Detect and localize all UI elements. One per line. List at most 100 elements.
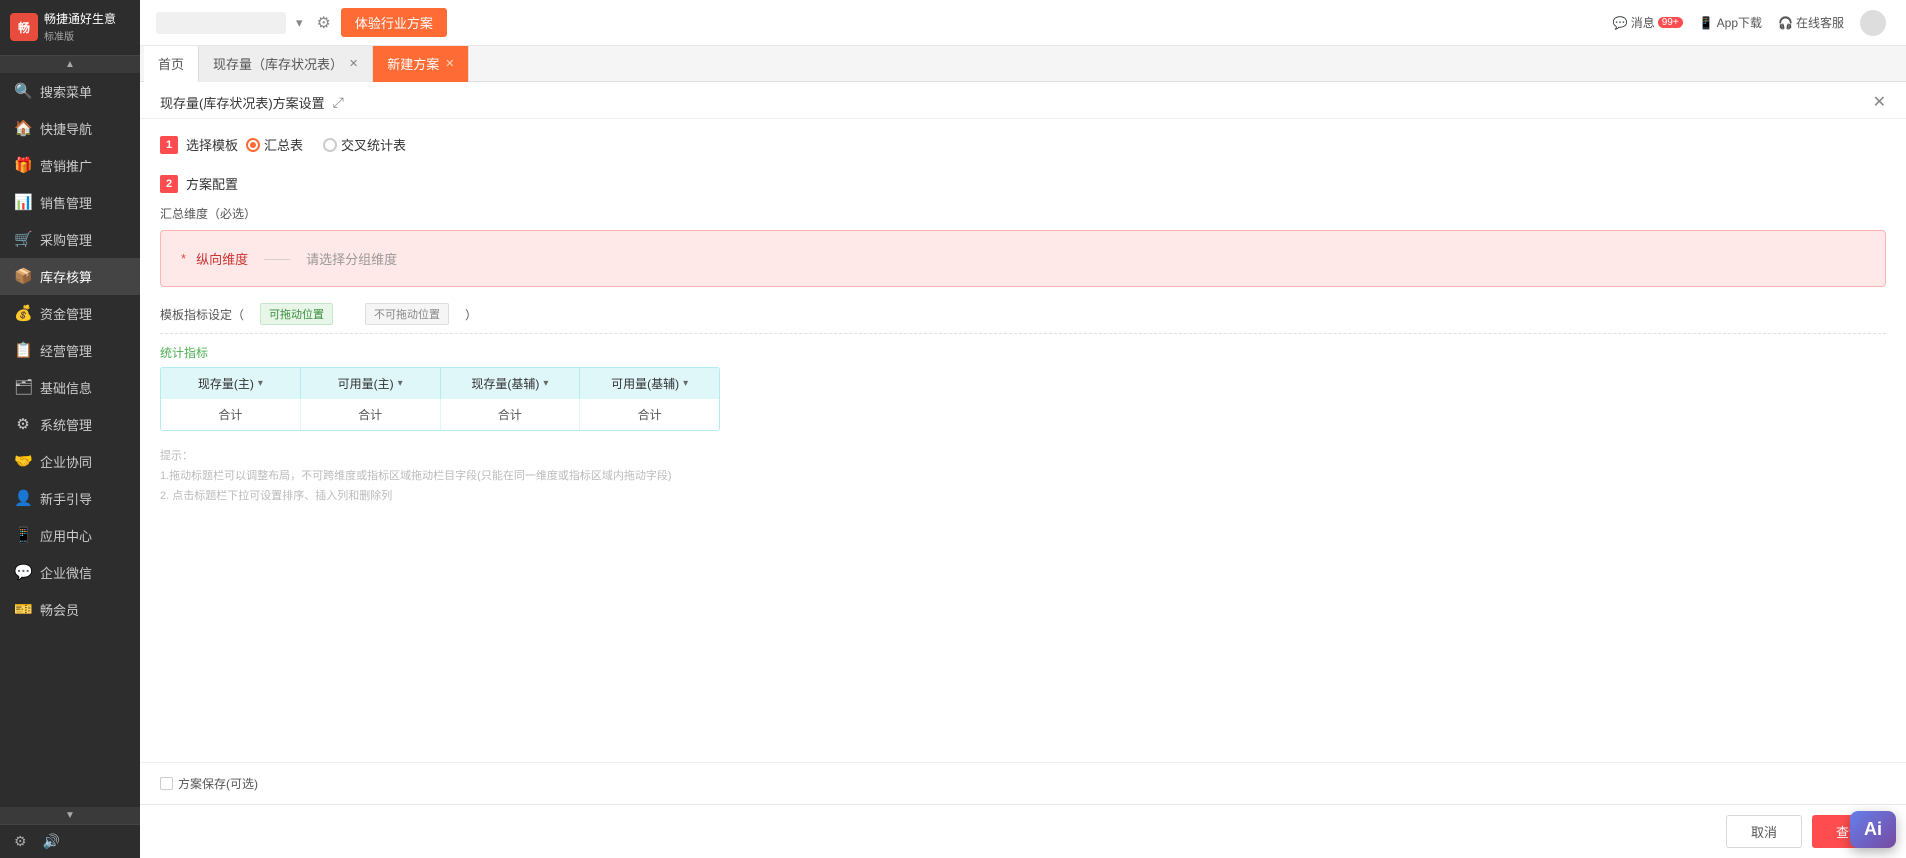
dimension-required-star: * [181, 251, 186, 266]
topbar-dropdown-icon[interactable]: ▾ [296, 15, 303, 31]
panel-close-icon[interactable]: ✕ [1873, 92, 1886, 112]
industry-btn[interactable]: 体验行业方案 [341, 8, 447, 37]
sidebar-item-enterprise[interactable]: 🤝 企业协同 [0, 443, 140, 480]
topbar: ▾ ⚙ 体验行业方案 💬 消息 99+ 📱 App下载 🎧 在线客服 [140, 0, 1906, 46]
sidebar-item-guide[interactable]: 👤 新手引导 [0, 480, 140, 517]
topbar-search-input[interactable] [156, 12, 286, 34]
volume-icon[interactable]: 🔊 [43, 833, 60, 850]
stats-cell-1: 合计 [301, 399, 441, 430]
sidebar-bottom: ⚙ 🔊 [0, 824, 140, 858]
section1-header: 1 选择模板 汇总表 交叉统计表 [160, 135, 1886, 154]
sidebar-item-wechat[interactable]: 💬 企业微信 [0, 554, 140, 591]
section1-number: 1 [160, 136, 178, 154]
sidebar-scroll-up[interactable]: ▲ [0, 56, 140, 73]
main-area: ▾ ⚙ 体验行业方案 💬 消息 99+ 📱 App下载 🎧 在线客服 [140, 0, 1906, 858]
sidebar-item-label: 资金管理 [40, 304, 92, 323]
stats-col-available-aux[interactable]: 可用量(基辅) ▾ [580, 368, 719, 399]
sidebar-item-marketing[interactable]: 🎁 营销推广 [0, 147, 140, 184]
save-checkbox[interactable]: 方案保存(可选) [160, 775, 258, 792]
sidebar-item-finance[interactable]: 💰 资金管理 [0, 295, 140, 332]
service-label: 在线客服 [1796, 14, 1844, 31]
tips-title: 提示： [160, 450, 193, 462]
topbar-online-service[interactable]: 🎧 在线客服 [1778, 14, 1844, 31]
tip-item-1: 1.拖动标题栏可以调整布局，不可跨维度或指标区域拖动栏目字段(只能在同一维度或指… [160, 467, 1886, 487]
chevron-down-icon-0[interactable]: ▾ [258, 378, 263, 389]
panel-expand-icon[interactable]: ⤢ [333, 94, 344, 111]
settings-icon[interactable]: ⚙ [14, 833, 27, 850]
stats-cell-3: 合计 [580, 399, 719, 430]
tab-new-plan-close-icon[interactable]: ✕ [445, 57, 454, 70]
sidebar-item-label: 经营管理 [40, 341, 92, 360]
sidebar-item-member[interactable]: 🎫 畅会员 [0, 591, 140, 628]
sidebar-nav: 🔍 搜索菜单 🏠 快捷导航 🎁 营销推广 📊 销售管理 🛒 采购管理 📦 库存核… [0, 73, 140, 807]
stats-col-current-main[interactable]: 现存量(主) ▾ [161, 368, 301, 399]
dimension-label: 汇总维度（必选） [160, 205, 1886, 222]
phone-icon: 📱 [1699, 16, 1714, 30]
sidebar-item-search[interactable]: 🔍 搜索菜单 [0, 73, 140, 110]
section-plan-config: 2 方案配置 汇总维度（必选） * 纵向维度 —— 请选择分组维度 模板指标设定… [160, 174, 1886, 506]
handshake-icon: 🤝 [14, 452, 32, 470]
sidebar-scroll-down[interactable]: ▼ [0, 807, 140, 824]
indicator-settings-label: 模板指标设定（ [160, 306, 244, 323]
radio-summary-label: 汇总表 [264, 135, 303, 154]
cancel-button[interactable]: 取消 [1726, 815, 1802, 848]
sidebar-item-label: 销售管理 [40, 193, 92, 212]
search-icon: 🔍 [14, 82, 32, 100]
sidebar-item-inventory[interactable]: 📦 库存核算 [0, 258, 140, 295]
sidebar-item-operations[interactable]: 📋 经营管理 [0, 332, 140, 369]
radio-summary-table[interactable]: 汇总表 [246, 135, 303, 154]
fixed-tag: 不可拖动位置 [365, 303, 449, 325]
dimension-box[interactable]: * 纵向维度 —— 请选择分组维度 [160, 230, 1886, 287]
radio-summary-circle [246, 138, 260, 152]
gift-icon: 🎁 [14, 156, 32, 174]
sidebar-item-quick-nav[interactable]: 🏠 快捷导航 [0, 110, 140, 147]
tip-item-2: 2. 点击标题栏下拉可设置排序、插入列和删除列 [160, 487, 1886, 507]
headset-icon: 🎧 [1778, 16, 1793, 30]
sidebar-item-sales[interactable]: 📊 销售管理 [0, 184, 140, 221]
topbar-messages[interactable]: 💬 消息 99+ [1613, 14, 1683, 31]
sidebar-item-apps[interactable]: 📱 应用中心 [0, 517, 140, 554]
mobile-icon: 📱 [14, 526, 32, 544]
dimension-dashes: —— [264, 251, 290, 266]
app-logo-icon: 畅 [10, 13, 38, 41]
tab-inventory-status[interactable]: 现存量（库存状况表） ✕ [199, 46, 373, 82]
sidebar-item-basic-info[interactable]: 🗂 基础信息 [0, 369, 140, 406]
radio-crosstab[interactable]: 交叉统计表 [323, 135, 406, 154]
tab-home[interactable]: 首页 [144, 46, 199, 82]
chevron-down-icon-2[interactable]: ▾ [543, 378, 548, 389]
sidebar-item-label: 库存核算 [40, 267, 92, 286]
chevron-down-icon-1[interactable]: ▾ [398, 378, 403, 389]
ai-float-button[interactable]: Ai [1850, 811, 1896, 848]
tab-new-plan[interactable]: 新建方案 ✕ [373, 46, 469, 82]
stats-col-current-aux[interactable]: 现存量(基辅) ▾ [441, 368, 581, 399]
sidebar-item-label: 采购管理 [40, 230, 92, 249]
section-choose-template: 1 选择模板 汇总表 交叉统计表 [160, 135, 1886, 154]
stats-col-available-aux-label: 可用量(基辅) [611, 375, 679, 392]
stats-col-available-main[interactable]: 可用量(主) ▾ [301, 368, 441, 399]
topbar-right: 💬 消息 99+ 📱 App下载 🎧 在线客服 [1613, 10, 1890, 36]
box-icon: 📦 [14, 267, 32, 285]
home-icon: 🏠 [14, 119, 32, 137]
footer-bar: 取消 查询 [140, 804, 1906, 858]
tips-section: 提示： 1.拖动标题栏可以调整布局，不可跨维度或指标区域拖动栏目字段(只能在同一… [160, 447, 1886, 506]
tabbar: 首页 现存量（库存状况表） ✕ 新建方案 ✕ [140, 46, 1906, 82]
topbar-user[interactable] [1860, 10, 1890, 36]
section2-title: 方案配置 [186, 174, 238, 193]
indicator-settings-after: ） [465, 306, 477, 323]
topbar-app-download[interactable]: 📱 App下载 [1699, 14, 1762, 31]
chevron-down-icon-3[interactable]: ▾ [683, 378, 688, 389]
section1-title: 选择模板 [186, 135, 238, 154]
tab-home-label: 首页 [158, 54, 184, 73]
message-badge: 99+ [1658, 17, 1683, 28]
app-edition: 标准版 [44, 28, 116, 43]
save-checkbox-box[interactable] [160, 777, 173, 790]
sidebar-item-label: 快捷导航 [40, 119, 92, 138]
app-name: 畅捷通好生意 [44, 12, 116, 28]
sidebar-item-purchase[interactable]: 🛒 采购管理 [0, 221, 140, 258]
message-label: 消息 [1631, 14, 1655, 31]
dimension-placeholder: 请选择分组维度 [306, 249, 397, 268]
tab-inventory-close-icon[interactable]: ✕ [349, 57, 358, 70]
panel-title: 现存量(库存状况表)方案设置 [160, 93, 325, 112]
topbar-gear-icon[interactable]: ⚙ [317, 13, 331, 33]
sidebar-item-system[interactable]: ⚙ 系统管理 [0, 406, 140, 443]
